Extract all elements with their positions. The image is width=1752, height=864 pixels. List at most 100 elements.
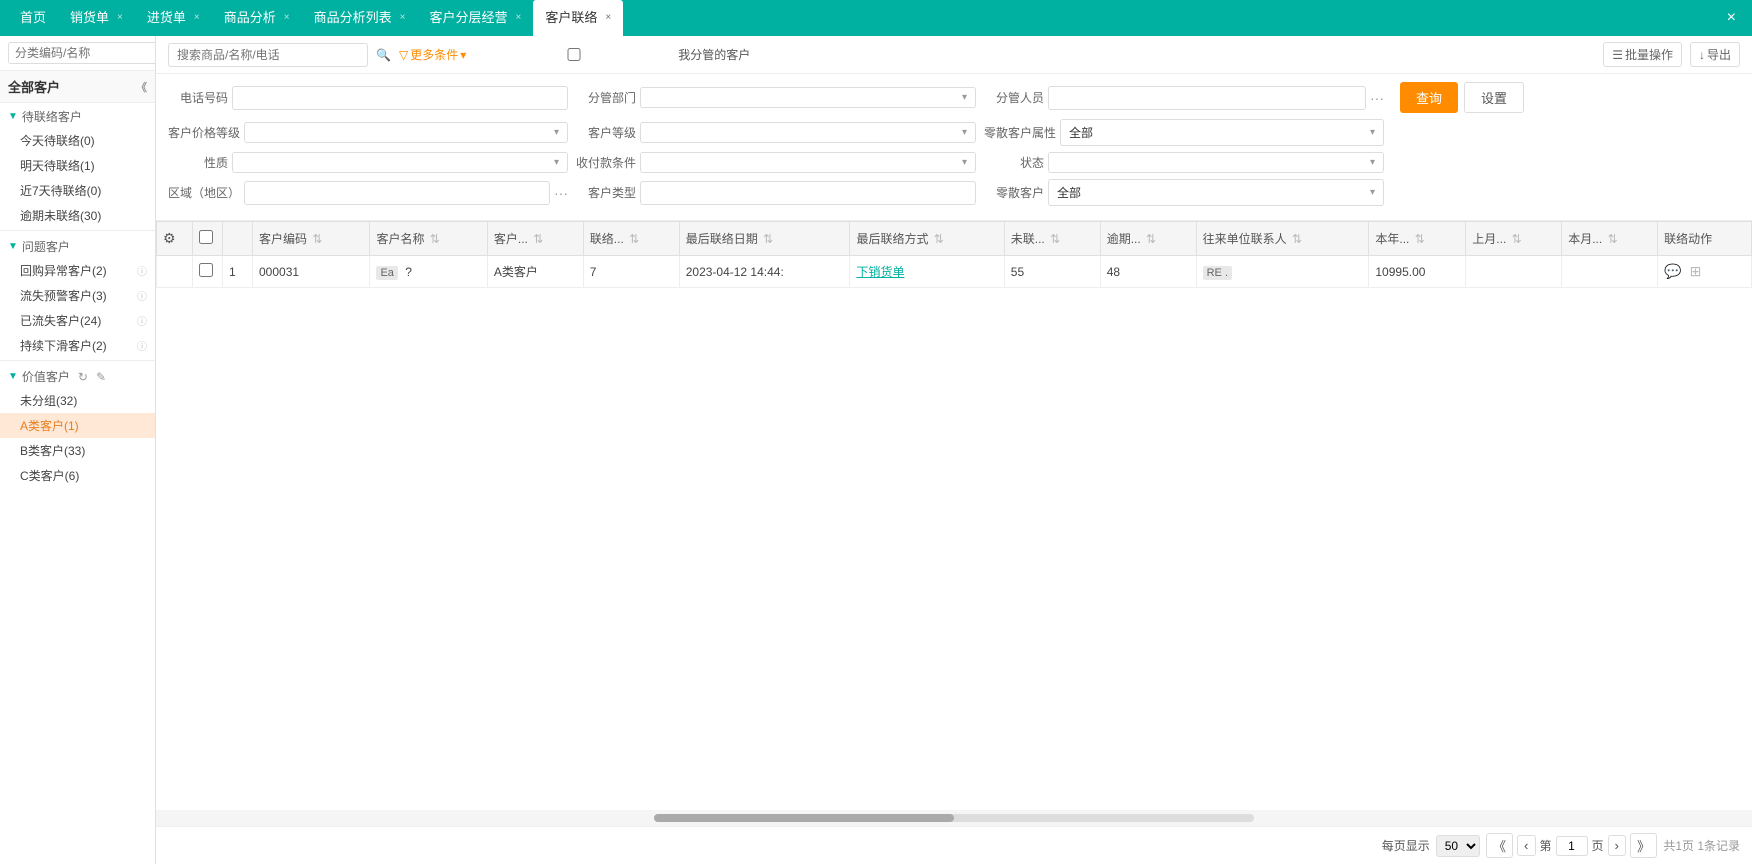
sort-icon-level[interactable]: ⇅ [533,232,543,246]
next-page-button[interactable]: › [1608,835,1626,856]
phone-input[interactable] [232,86,568,110]
close-tab-pa[interactable]: × [284,0,290,36]
sidebar-group-value[interactable]: ▼ 价值客户 ↻ ✎ [0,363,155,388]
sidebar-item-overdue-contact[interactable]: 逾期未联络(30) [0,203,155,228]
row-checkbox[interactable] [199,263,213,277]
sort-icon-last-month[interactable]: ⇅ [1512,232,1522,246]
row-last-date-cell: 2023-04-12 14:44: [679,256,850,288]
value-refresh-icon[interactable]: ↻ [78,370,88,384]
close-window-icon[interactable]: × [1719,9,1744,27]
company-contact-avatar: RE . [1203,266,1232,280]
sidebar-item-a-class[interactable]: A类客户(1) [0,413,155,438]
price-level-select[interactable]: ▾ [244,122,568,143]
qr-action-icon[interactable]: ⊞ [1690,263,1702,280]
select-all-checkbox[interactable] [199,230,213,244]
tab-customer-segment[interactable]: 客户分层经营 × [417,0,533,36]
sidebar-item-c-class[interactable]: C类客户(6) [0,463,155,488]
sidebar-item-churned[interactable]: 已流失客户(24) ⓘ [0,308,155,333]
close-tab-sales[interactable]: × [117,0,123,36]
close-tab-pal[interactable]: × [400,0,406,36]
retail-customer-select[interactable]: 全部 ▾ [1048,179,1384,206]
customer-type-input[interactable] [640,181,976,205]
tab-purchase-order[interactable]: 进货单 × [135,0,212,36]
person-input[interactable] [1048,86,1366,110]
sidebar-group-problem[interactable]: ▼ 问题客户 [0,233,155,258]
payment-select[interactable]: ▾ [640,152,976,173]
chat-action-icon[interactable]: 💬 [1664,263,1681,280]
sidebar-all-customers-header: 全部客户 《 [0,71,155,103]
scrollbar-track[interactable] [654,814,1254,822]
sort-icon-not-contacted[interactable]: ⇅ [1050,232,1060,246]
query-button[interactable]: 查询 [1400,82,1458,113]
customer-level-select[interactable]: ▾ [640,122,976,143]
region-input[interactable] [244,181,550,205]
region-dots-btn[interactable]: ··· [554,185,568,201]
search-input[interactable] [168,43,368,67]
phone-label: 电话号码 [168,89,228,106]
payment-label: 收付款条件 [576,154,636,171]
sidebar-group-pending[interactable]: ▼ 待联络客户 [0,103,155,128]
settings-button[interactable]: 设置 [1464,82,1524,113]
status-select[interactable]: ▾ [1048,152,1384,173]
sort-icon-this-year[interactable]: ⇅ [1415,232,1425,246]
sidebar-item-repurchase-abnormal[interactable]: 回购异常客户(2) ⓘ [0,258,155,283]
sidebar-item-7day-pending[interactable]: 近7天待联络(0) [0,178,155,203]
person-dots-btn[interactable]: ··· [1370,90,1384,106]
filter-nature: 性质 ▾ [168,152,568,173]
retail-attr-select[interactable]: 全部 ▾ [1060,119,1384,146]
dept-label: 分管部门 [576,89,636,106]
value-edit-icon[interactable]: ✎ [96,370,106,384]
page-input[interactable] [1556,836,1588,856]
per-page-label: 每页显示 [1382,837,1430,854]
nature-label: 性质 [168,154,228,171]
sort-icon-code[interactable]: ⇅ [312,232,322,246]
sidebar-item-churn-warning[interactable]: 流失预警客户(3) ⓘ [0,283,155,308]
tab-product-analysis[interactable]: 商品分析 × [212,0,302,36]
sidebar-item-today-pending[interactable]: 今天待联络(0) [0,128,155,153]
sort-icon-company-contact[interactable]: ⇅ [1292,232,1302,246]
first-page-button[interactable]: 《 [1486,833,1513,858]
row-this-month-cell [1562,256,1658,288]
scrollbar-thumb[interactable] [654,814,954,822]
sort-icon-last-method[interactable]: ⇅ [934,232,944,246]
toolbar-search-icon[interactable]: 🔍 [376,48,391,62]
status-arrow: ▾ [1370,157,1375,168]
sort-icon-overdue[interactable]: ⇅ [1146,232,1156,246]
sidebar-item-declining[interactable]: 持续下滑客户(2) ⓘ [0,333,155,358]
prev-page-button[interactable]: ‹ [1517,835,1535,856]
row-overdue-cell: 48 [1100,256,1196,288]
sidebar-item-tomorrow-pending[interactable]: 明天待联络(1) [0,153,155,178]
close-tab-cc[interactable]: × [605,0,611,36]
tab-sales-order[interactable]: 销货单 × [58,0,135,36]
sidebar-item-b-class[interactable]: B类客户(33) [0,438,155,463]
my-customers-filter[interactable]: 我分管的客户 [474,46,750,63]
more-filter-button[interactable]: ▽ 更多条件 ▾ [399,46,466,63]
per-page-select[interactable]: 50 [1436,835,1480,857]
dept-select[interactable]: ▾ [640,87,976,108]
last-page-button[interactable]: 》 [1630,833,1657,858]
my-customers-checkbox[interactable] [474,48,674,61]
filter-region: 区域（地区） ··· [168,181,568,205]
tab-product-analysis-list[interactable]: 商品分析列表 × [302,0,418,36]
sidebar-item-unclassified[interactable]: 未分组(32) [0,388,155,413]
close-tab-cs[interactable]: × [515,0,521,36]
tab-customer-contact[interactable]: 客户联络 × [533,0,623,36]
nature-select[interactable]: ▾ [232,152,568,173]
filter-price-level: 客户价格等级 ▾ [168,122,568,143]
filter-dept: 分管部门 ▾ [576,87,976,108]
sort-icon-contact-count[interactable]: ⇅ [629,232,639,246]
sort-icon-this-month[interactable]: ⇅ [1608,232,1618,246]
sidebar-search-input[interactable] [8,42,156,64]
nav-home[interactable]: 首页 [8,0,58,36]
last-method-link[interactable]: 下销货单 [856,265,904,279]
sort-icon-last-date[interactable]: ⇅ [763,232,773,246]
content-area: 🔍 ▽ 更多条件 ▾ 我分管的客户 ☰ 批量操作 ↓ 导出 [156,36,1752,864]
sidebar-collapse-icon[interactable]: 《 [136,79,147,95]
batch-operation-button[interactable]: ☰ 批量操作 [1603,42,1682,67]
retail-customer-arrow: ▾ [1370,187,1375,198]
table-settings-icon[interactable]: ⚙ [163,230,176,246]
close-tab-purchase[interactable]: × [194,0,200,36]
row-not-contacted-cell: 55 [1004,256,1100,288]
sort-icon-name[interactable]: ⇅ [430,232,440,246]
export-button[interactable]: ↓ 导出 [1690,42,1740,67]
